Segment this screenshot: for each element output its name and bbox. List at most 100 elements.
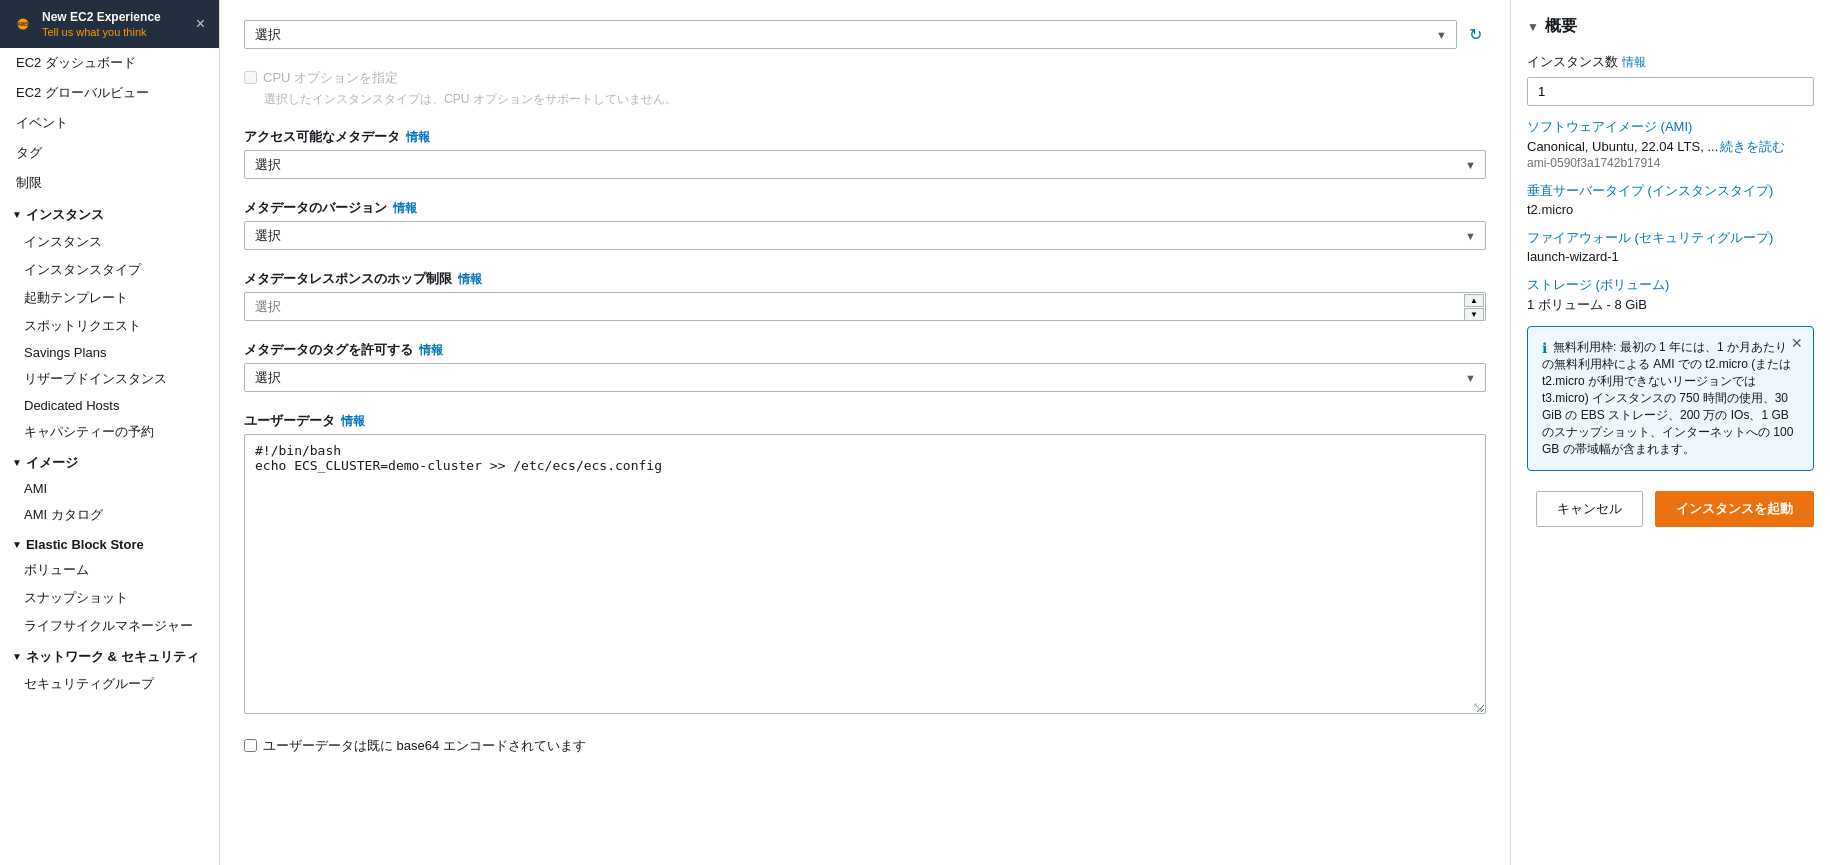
userdata-label: ユーザーデータ 情報 [244,412,1486,430]
panel-collapse-arrow-icon[interactable]: ▼ [1527,20,1539,34]
sidebar-header-inner: AWS New EC2 Experience Tell us what you … [12,10,161,38]
sidebar-subitem[interactable]: Savings Plans [0,340,219,365]
license-select-wrapper: 選択 ▼ [244,20,1457,49]
instance-count-field: インスタンス数 情報 [1527,53,1814,106]
metadata-select-wrapper: 選択 ▼ [244,150,1486,179]
userdata-info-link[interactable]: 情報 [341,413,365,430]
metadata-version-select-wrapper: 選択 ▼ [244,221,1486,250]
panel-title: ▼ 概要 [1527,16,1814,37]
sidebar-subitem[interactable]: リザーブドインスタンス [0,365,219,393]
instance-count-input-wrapper [1527,77,1814,106]
nav-container: EC2 ダッシュボードEC2 グローバルビューイベントタグ制限▼ インスタンスイ… [0,48,219,698]
license-refresh-button[interactable]: ↻ [1465,21,1486,48]
metadata-hop-spinner-up[interactable]: ▲ [1464,294,1484,307]
sidebar-item[interactable]: タグ [0,138,219,168]
metadata-section: アクセス可能なメタデータ 情報 選択 ▼ [244,128,1486,179]
instance-type-label[interactable]: 垂直サーバータイプ (インスタンスタイプ) [1527,182,1814,200]
userdata-section: ユーザーデータ 情報 ⤡ [244,412,1486,717]
metadata-tag-select[interactable]: 選択 [244,363,1486,392]
cpu-option-label: CPU オプションを指定 [263,69,398,87]
nav-section-header[interactable]: ▼ インスタンス [0,198,219,228]
panel-actions: キャンセル インスタンスを起動 [1527,491,1814,527]
userdata-textarea-wrapper: ⤡ [244,434,1486,717]
textarea-resize-handle-icon: ⤡ [1472,699,1484,715]
firewall-field: ファイアウォール (セキュリティグループ) launch-wizard-1 [1527,229,1814,264]
sidebar-title: New EC2 Experience [42,10,161,26]
metadata-hop-spinner-down[interactable]: ▼ [1464,308,1484,321]
instance-count-label: インスタンス数 情報 [1527,53,1814,71]
metadata-hop-label: メタデータレスポンスのホップ制限 情報 [244,270,1486,288]
sidebar-item[interactable]: EC2 グローバルビュー [0,78,219,108]
sidebar-subitem[interactable]: インスタンス [0,228,219,256]
main-content: 選択 ▼ ↻ CPU オプションを指定 選択したインスタンスタイプは、CPU オ… [220,0,1510,865]
firewall-value: launch-wizard-1 [1527,249,1814,264]
nav-section-header[interactable]: ▼ Elastic Block Store [0,529,219,556]
license-select[interactable]: 選択 [244,20,1457,49]
sidebar-subitem[interactable]: キャパシティーの予約 [0,418,219,446]
metadata-version-section: メタデータのバージョン 情報 選択 ▼ [244,199,1486,250]
free-tier-notice: ℹ ✕ 無料利用枠: 最初の 1 年には、1 か月あたりの無料利用枠による AM… [1527,326,1814,471]
metadata-select[interactable]: 選択 [244,150,1486,179]
sidebar-subitem[interactable]: AMI [0,476,219,501]
sidebar-subitem[interactable]: インスタンスタイプ [0,256,219,284]
sidebar-subitem[interactable]: ボリューム [0,556,219,584]
metadata-label: アクセス可能なメタデータ 情報 [244,128,1486,146]
metadata-tag-label: メタデータのタグを許可する 情報 [244,341,1486,359]
metadata-tag-section: メタデータのタグを許可する 情報 選択 ▼ [244,341,1486,392]
metadata-hop-input-wrapper: ▲ ▼ [244,292,1486,321]
metadata-hop-input[interactable] [244,292,1486,321]
sidebar-close-button[interactable]: × [194,13,207,35]
sidebar-subitem[interactable]: スポットリクエスト [0,312,219,340]
sidebar-subtitle: Tell us what you think [42,26,161,38]
sidebar-item[interactable]: イベント [0,108,219,138]
base64-checkbox[interactable] [244,739,257,752]
nav-section-header[interactable]: ▼ ネットワーク & セキュリティ [0,640,219,670]
cpu-option-section: CPU オプションを指定 選択したインスタンスタイプは、CPU オプションをサポ… [244,69,1486,108]
metadata-hop-section: メタデータレスポンスのホップ制限 情報 ▲ ▼ [244,270,1486,321]
metadata-tag-info-link[interactable]: 情報 [419,342,443,359]
cancel-button[interactable]: キャンセル [1536,491,1643,527]
sidebar-subitem[interactable]: Dedicated Hosts [0,393,219,418]
nav-section-header[interactable]: ▼ イメージ [0,446,219,476]
free-tier-close-button[interactable]: ✕ [1791,335,1803,351]
free-tier-info-icon: ℹ [1542,340,1547,356]
svg-text:AWS: AWS [17,22,29,27]
userdata-textarea[interactable] [244,434,1486,714]
cpu-option-checkbox[interactable] [244,71,257,84]
storage-value: 1 ボリューム - 8 GiB [1527,296,1814,314]
sidebar: AWS New EC2 Experience Tell us what you … [0,0,220,865]
ami-label[interactable]: ソフトウェアイメージ (AMI) [1527,118,1814,136]
sidebar-title-block: New EC2 Experience Tell us what you thin… [42,10,161,38]
free-tier-text: 無料利用枠: 最初の 1 年には、1 か月あたりの無料利用枠による AMI での… [1542,340,1793,456]
sidebar-subitem[interactable]: セキュリティグループ [0,670,219,698]
ami-field: ソフトウェアイメージ (AMI) Canonical, Ubuntu, 22.0… [1527,118,1814,170]
firewall-label[interactable]: ファイアウォール (セキュリティグループ) [1527,229,1814,247]
instance-count-input[interactable] [1527,77,1814,106]
base64-row: ユーザーデータは既に base64 エンコードされています [244,737,1486,755]
license-row: 選択 ▼ ↻ [244,20,1486,49]
storage-field: ストレージ (ボリューム) 1 ボリューム - 8 GiB [1527,276,1814,314]
storage-label[interactable]: ストレージ (ボリューム) [1527,276,1814,294]
cpu-option-row: CPU オプションを指定 [244,69,1486,87]
metadata-version-label: メタデータのバージョン 情報 [244,199,1486,217]
instance-type-value: t2.micro [1527,202,1814,217]
base64-label: ユーザーデータは既に base64 エンコードされています [263,737,586,755]
sidebar-item[interactable]: EC2 ダッシュボード [0,48,219,78]
sidebar-subitem[interactable]: スナップショット [0,584,219,612]
ami-value: Canonical, Ubuntu, 22.04 LTS, ...続きを読む [1527,138,1814,156]
ami-read-more-link[interactable]: 続きを読む [1720,139,1785,154]
ami-id: ami-0590f3a1742b17914 [1527,156,1814,170]
metadata-info-link[interactable]: 情報 [406,129,430,146]
metadata-hop-info-link[interactable]: 情報 [458,271,482,288]
metadata-version-select[interactable]: 選択 [244,221,1486,250]
sidebar-subitem[interactable]: AMI カタログ [0,501,219,529]
sidebar-subitem[interactable]: 起動テンプレート [0,284,219,312]
sidebar-header: AWS New EC2 Experience Tell us what you … [0,0,219,48]
sidebar-item[interactable]: 制限 [0,168,219,198]
instance-count-info-link[interactable]: 情報 [1622,54,1646,71]
instance-type-field: 垂直サーバータイプ (インスタンスタイプ) t2.micro [1527,182,1814,217]
sidebar-subitem[interactable]: ライフサイクルマネージャー [0,612,219,640]
panel-title-text: 概要 [1545,16,1577,37]
metadata-version-info-link[interactable]: 情報 [393,200,417,217]
launch-button[interactable]: インスタンスを起動 [1655,491,1814,527]
